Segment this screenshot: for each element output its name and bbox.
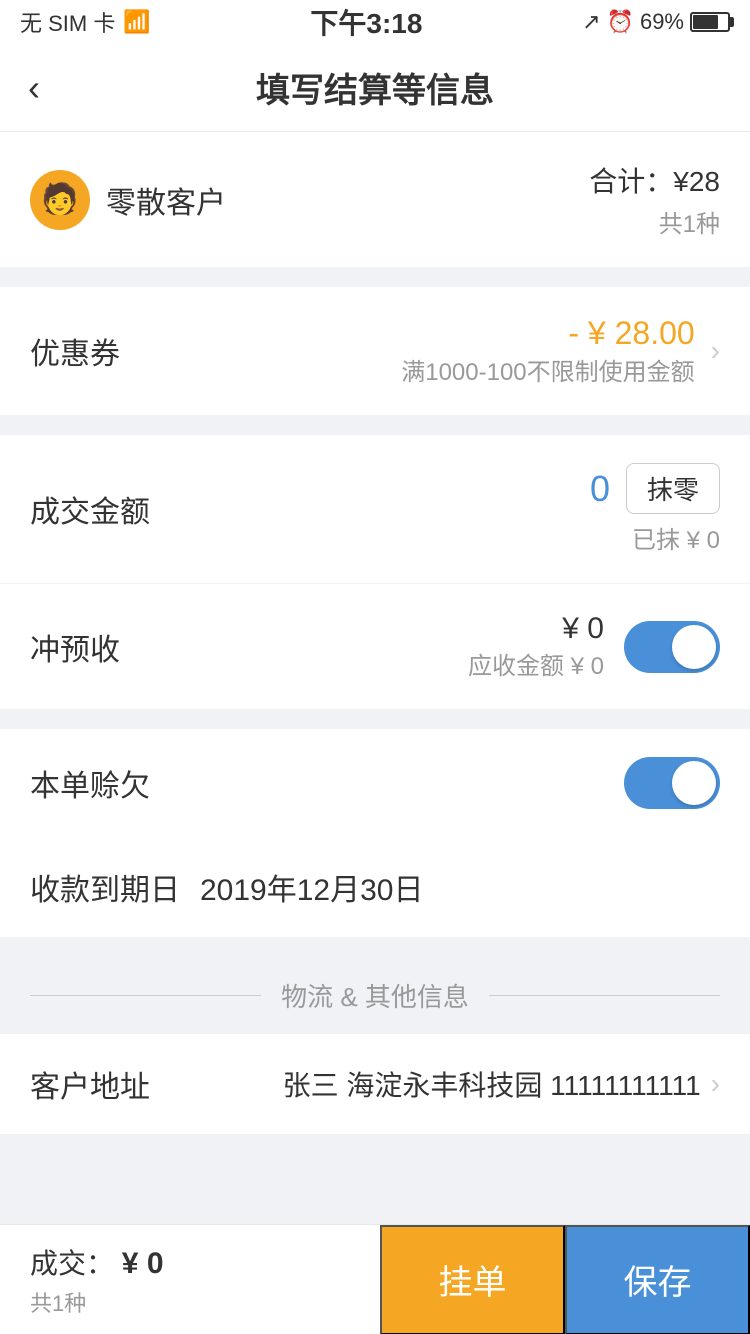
address-section[interactable]: 客户地址 张三 海淀永丰科技园 11111111111 › [0,1034,750,1134]
prepaid-amount-value: ¥ 0 [468,612,604,646]
coupon-info: - ¥ 28.00 满1000-100不限制使用金额 [401,315,694,387]
debt-toggle-knob [672,761,716,805]
due-date-value[interactable]: 2019年12月30日 [200,865,423,909]
coupon-discount: - ¥ 28.00 [401,315,694,352]
amount-right: 0 抹零 已抹 ¥ 0 [590,463,720,555]
total-amount-label: 合计：¥28 [589,160,720,200]
debt-toggle[interactable] [624,757,720,809]
prepaid-right: ¥ 0 应收金额 ¥ 0 [468,612,720,681]
battery-icon [690,12,730,32]
status-time: 下午3:18 [310,2,422,42]
save-button[interactable]: 保存 [565,1225,750,1334]
transaction-section: 成交金额 0 抹零 已抹 ¥ 0 冲预收 ¥ 0 应收金额 ¥ 0 [0,435,750,709]
alarm-icon: ⏰ [607,9,634,35]
total-count: 共1种 [589,204,720,239]
amount-top: 0 抹零 [590,463,720,514]
no-sim-text: 无 SIM 卡 [20,6,115,38]
customer-name: 零散客户 [106,178,226,222]
wifi-icon: 📶 [123,9,150,35]
address-right: 张三 海淀永丰科技园 11111111111 › [283,1064,720,1104]
content: 🧑 零散客户 合计：¥28 共1种 优惠券 - ¥ 28.00 满1000-10… [0,132,750,1254]
status-left: 无 SIM 卡 📶 [20,6,151,38]
status-right: ↗ ⏰ 69% [582,9,730,35]
logistics-label: 物流 & 其他信息 [281,977,469,1014]
round-zero-button[interactable]: 抹零 [626,463,720,514]
battery-percent: 69% [640,9,684,35]
address-value: 张三 海淀永丰科技园 11111111111 [283,1064,701,1104]
coupon-description: 满1000-100不限制使用金额 [401,352,694,387]
customer-info: 🧑 零散客户 [30,170,226,230]
location-icon: ↗ [582,9,600,35]
amount-value[interactable]: 0 [590,468,610,510]
prepaid-label: 冲预收 [30,625,120,669]
bottom-deal-line: 成交： ¥ 0 [30,1242,350,1282]
address-label: 客户地址 [30,1062,150,1106]
bottom-deal-label: 成交： [30,1248,114,1279]
due-date-label: 收款到期日 [30,865,180,909]
avatar-icon: 🧑 [41,182,78,217]
transaction-amount-row: 成交金额 0 抹零 已抹 ¥ 0 [0,435,750,584]
bottom-bar: 成交： ¥ 0 共1种 挂单 保存 [0,1224,750,1334]
coupon-label: 优惠券 [30,329,120,373]
customer-totals: 合计：¥28 共1种 [589,160,720,239]
prepaid-amounts: ¥ 0 应收金额 ¥ 0 [468,612,604,681]
coupon-section: 优惠券 - ¥ 28.00 满1000-100不限制使用金额 › [0,287,750,415]
customer-section: 🧑 零散客户 合计：¥28 共1种 [0,132,750,267]
due-date-row: 收款到期日 2019年12月30日 [0,837,750,937]
address-chevron-icon: › [711,1068,720,1100]
bottom-amount: ¥ 0 [122,1247,164,1280]
back-button[interactable]: ‹ [28,67,40,109]
coupon-row[interactable]: 优惠券 - ¥ 28.00 满1000-100不限制使用金额 › [0,287,750,415]
logistics-divider: 物流 & 其他信息 [0,957,750,1034]
bottom-count: 共1种 [30,1286,350,1318]
nav-bar: ‹ 填写结算等信息 [0,44,750,132]
bottom-summary: 成交： ¥ 0 共1种 [0,1242,380,1318]
prepaid-receivable-text: 应收金额 ¥ 0 [468,646,604,681]
status-bar: 无 SIM 卡 📶 下午3:18 ↗ ⏰ 69% [0,0,750,44]
divider-line-right [489,995,720,996]
coupon-row-right: - ¥ 28.00 满1000-100不限制使用金额 › [401,315,720,387]
page-title: 填写结算等信息 [256,63,494,112]
divider-line-left [30,995,261,996]
prepaid-row: 冲预收 ¥ 0 应收金额 ¥ 0 [0,584,750,709]
prepaid-toggle[interactable] [624,621,720,673]
customer-avatar: 🧑 [30,170,90,230]
chevron-right-icon: › [711,335,720,367]
debt-section: 本单赊欠 收款到期日 2019年12月30日 [0,729,750,937]
hold-button[interactable]: 挂单 [380,1225,565,1334]
transaction-label: 成交金额 [30,487,150,531]
toggle-knob [672,625,716,669]
debt-row: 本单赊欠 [0,729,750,837]
debt-label: 本单赊欠 [30,761,150,805]
already-rounded-text: 已抹 ¥ 0 [632,520,720,555]
